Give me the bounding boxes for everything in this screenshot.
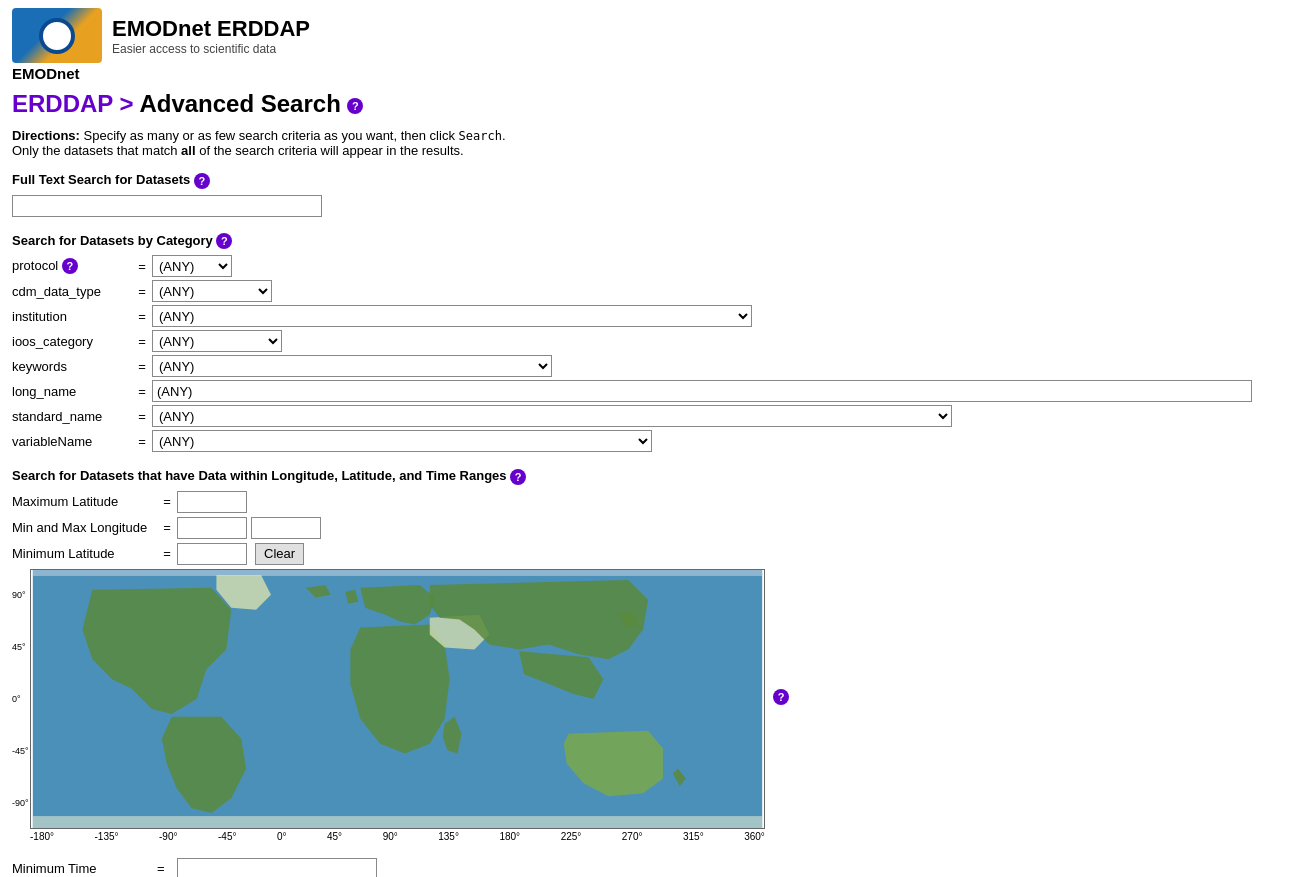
protocol-select[interactable]: (ANY) xyxy=(152,255,232,277)
standard-name-label: standard_name xyxy=(12,409,132,424)
variable-name-row: variableName = (ANY) xyxy=(12,430,1293,452)
map-container: 90° 45° 0° -45° -90° xyxy=(12,569,767,842)
max-longitude-input[interactable] xyxy=(251,517,321,539)
protocol-help-icon[interactable]: ? xyxy=(62,258,78,274)
directions-prefix: Directions: xyxy=(12,128,80,143)
protocol-row: protocol ? = (ANY) xyxy=(12,255,1293,277)
cdm-data-type-row: cdm_data_type = (ANY) xyxy=(12,280,1293,302)
category-help-icon[interactable]: ? xyxy=(216,233,232,249)
min-time-input[interactable] xyxy=(177,858,377,877)
advanced-search-help-icon[interactable]: ? xyxy=(347,98,363,114)
svg-rect-1 xyxy=(33,816,762,828)
institution-select[interactable]: (ANY) xyxy=(152,305,752,327)
page-title: ERDDAP > Advanced Search ? xyxy=(12,90,1293,118)
world-map[interactable] xyxy=(30,569,765,829)
max-latitude-row: Maximum Latitude = xyxy=(12,491,1293,513)
long-name-input[interactable] xyxy=(152,380,1252,402)
brand-label: EMODnet xyxy=(12,65,1293,82)
max-latitude-label: Maximum Latitude xyxy=(12,494,157,509)
clear-button[interactable]: Clear xyxy=(255,543,304,565)
erddap-breadcrumb[interactable]: ERDDAP xyxy=(12,90,113,117)
min-latitude-row: Minimum Latitude = Clear xyxy=(12,543,1293,565)
protocol-label: protocol ? xyxy=(12,258,132,275)
full-text-section: Full Text Search for Datasets ? xyxy=(12,172,1293,217)
geo-section: Search for Datasets that have Data withi… xyxy=(12,468,1293,842)
map-help-icon[interactable]: ? xyxy=(773,689,789,706)
keywords-label: keywords xyxy=(12,359,132,374)
category-section: Search for Datasets by Category ? protoc… xyxy=(12,233,1293,453)
directions-text2: . xyxy=(502,128,506,143)
logo xyxy=(12,8,102,63)
min-latitude-label: Minimum Latitude xyxy=(12,546,157,561)
standard-name-select[interactable]: (ANY) xyxy=(152,405,952,427)
min-max-longitude-label: Min and Max Longitude xyxy=(12,520,157,535)
breadcrumb-separator: > xyxy=(113,90,139,117)
geo-help-icon[interactable]: ? xyxy=(510,469,526,485)
category-label: Search for Datasets by Category ? xyxy=(12,233,1293,250)
svg-rect-2 xyxy=(33,570,762,576)
directions-text1: Specify as many or as few search criteri… xyxy=(80,128,459,143)
directions-search-keyword: Search xyxy=(459,129,502,143)
page-name: Advanced Search xyxy=(139,90,340,117)
full-text-input[interactable] xyxy=(12,195,322,217)
geo-label: Search for Datasets that have Data withi… xyxy=(12,468,1293,485)
max-latitude-input[interactable] xyxy=(177,491,247,513)
variable-name-select[interactable]: (ANY) xyxy=(152,430,652,452)
cdm-data-type-select[interactable]: (ANY) xyxy=(152,280,272,302)
map-svg xyxy=(31,570,764,828)
directions-text3: of the search criteria will appear in th… xyxy=(196,143,464,158)
full-text-label: Full Text Search for Datasets ? xyxy=(12,172,1293,189)
min-max-longitude-row: Min and Max Longitude = xyxy=(12,517,1293,539)
ioos-category-label: ioos_category xyxy=(12,334,132,349)
min-latitude-input[interactable] xyxy=(177,543,247,565)
ioos-category-select[interactable]: (ANY) xyxy=(152,330,282,352)
min-time-label: Minimum Time xyxy=(12,861,157,876)
time-section: Minimum Time = Maximum Time = xyxy=(12,858,1293,877)
institution-label: institution xyxy=(12,309,132,324)
keywords-select[interactable]: (ANY) xyxy=(152,355,552,377)
logo-text: EMODnet ERDDAP Easier access to scientif… xyxy=(112,16,310,56)
site-subtitle: Easier access to scientific data xyxy=(112,42,310,56)
min-time-row: Minimum Time = xyxy=(12,858,1293,877)
long-name-row: long_name = xyxy=(12,380,1293,402)
long-name-label: long_name xyxy=(12,384,132,399)
directions-line2: Only the datasets that match xyxy=(12,143,181,158)
standard-name-row: standard_name = (ANY) xyxy=(12,405,1293,427)
map-y-labels: 90° 45° 0° -45° -90° xyxy=(12,569,30,829)
ioos-category-row: ioos_category = (ANY) xyxy=(12,330,1293,352)
directions-all-keyword: all xyxy=(181,143,195,158)
site-title: EMODnet ERDDAP xyxy=(112,16,310,42)
variable-name-label: variableName xyxy=(12,434,132,449)
min-longitude-input[interactable] xyxy=(177,517,247,539)
header: EMODnet ERDDAP Easier access to scientif… xyxy=(12,8,1293,63)
full-text-help-icon[interactable]: ? xyxy=(194,173,210,189)
cdm-data-type-label: cdm_data_type xyxy=(12,284,132,299)
institution-row: institution = (ANY) xyxy=(12,305,1293,327)
map-x-labels: -180° -135° -90° -45° 0° 45° 90° 135° 18… xyxy=(30,831,765,842)
directions: Directions: Specify as many or as few se… xyxy=(12,128,1293,158)
keywords-row: keywords = (ANY) xyxy=(12,355,1293,377)
